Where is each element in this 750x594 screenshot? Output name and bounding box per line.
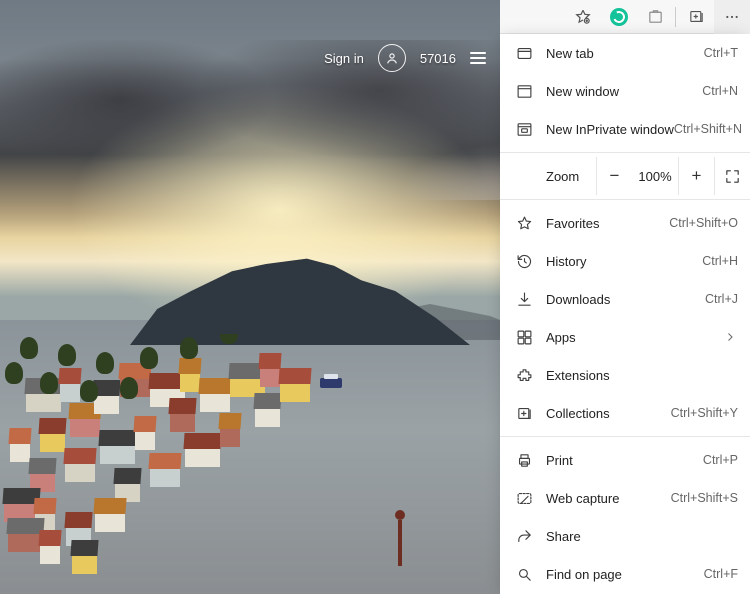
apps-icon [514, 327, 534, 347]
menu-separator [500, 152, 750, 153]
menu-item-label: New window [546, 84, 702, 99]
menu-item-label: Print [546, 453, 703, 468]
menu-item-shortcut: Ctrl+H [702, 254, 738, 268]
menu-item-label: Favorites [546, 216, 669, 231]
menu-separator [500, 199, 750, 200]
page-header: Sign in 57016 [0, 32, 500, 84]
chevron-right-icon [724, 331, 738, 343]
menu-item-find-on-page[interactable]: Find on pageCtrl+F [500, 555, 750, 593]
zoom-out-button[interactable]: − [596, 157, 632, 195]
fullscreen-button[interactable] [714, 157, 750, 195]
menu-item-label: Collections [546, 406, 671, 421]
menu-item-shortcut: Ctrl+T [704, 46, 738, 60]
share-icon [514, 526, 534, 546]
menu-item-label: Find on page [546, 567, 704, 582]
menu-item-shortcut: Ctrl+F [704, 567, 738, 581]
menu-item-new-window[interactable]: New windowCtrl+N [500, 72, 750, 110]
find-icon [514, 564, 534, 584]
sign-in-link[interactable]: Sign in [324, 51, 364, 66]
window-icon [514, 81, 534, 101]
menu-item-share[interactable]: Share [500, 517, 750, 555]
menu-item-label: Web capture [546, 491, 671, 506]
menu-item-label: History [546, 254, 702, 269]
menu-separator [500, 436, 750, 437]
menu-item-new-tab[interactable]: New tabCtrl+T [500, 34, 750, 72]
menu-item-shortcut: Ctrl+Shift+S [671, 491, 738, 505]
menu-item-label: New InPrivate window [546, 122, 674, 137]
more-icon [724, 9, 740, 25]
menu-item-shortcut: Ctrl+J [705, 292, 738, 306]
hamburger-menu-button[interactable] [470, 52, 486, 64]
menu-item-label: Downloads [546, 292, 705, 307]
grammarly-icon [610, 8, 628, 26]
download-icon [514, 289, 534, 309]
menu-item-collections[interactable]: CollectionsCtrl+Shift+Y [500, 394, 750, 432]
menu-item-apps[interactable]: Apps [500, 318, 750, 356]
menu-item-label: Share [546, 529, 738, 544]
menu-item-label: New tab [546, 46, 704, 61]
menu-item-shortcut: Ctrl+N [702, 84, 738, 98]
menu-item-extensions[interactable]: Extensions [500, 356, 750, 394]
inprivate-icon [514, 119, 534, 139]
avatar[interactable] [378, 44, 406, 72]
star-icon [514, 213, 534, 233]
menu-item-new-inprivate-window[interactable]: New InPrivate windowCtrl+Shift+N [500, 110, 750, 148]
menu-item-label: Apps [546, 330, 724, 345]
rewards-count[interactable]: 57016 [420, 51, 456, 66]
browser-toolbar [500, 0, 750, 34]
menu-item-shortcut: Ctrl+Shift+Y [671, 406, 738, 420]
zoom-label: Zoom [546, 169, 596, 184]
menu-item-downloads[interactable]: DownloadsCtrl+J [500, 280, 750, 318]
print-icon [514, 450, 534, 470]
settings-and-more-menu: New tabCtrl+TNew windowCtrl+NNew InPriva… [500, 34, 750, 594]
menu-item-history[interactable]: HistoryCtrl+H [500, 242, 750, 280]
history-icon [514, 251, 534, 271]
zoom-value: 100% [632, 169, 678, 184]
grammarly-extension-button[interactable] [601, 0, 637, 34]
zoom-in-button[interactable]: + [678, 157, 714, 195]
menu-item-favorites[interactable]: FavoritesCtrl+Shift+O [500, 204, 750, 242]
person-icon [384, 50, 400, 66]
collections-icon [514, 403, 534, 423]
extension-icon [514, 365, 534, 385]
collections-toolbar-button[interactable] [678, 0, 714, 34]
menu-item-web-capture[interactable]: Web captureCtrl+Shift+S [500, 479, 750, 517]
menu-item-shortcut: Ctrl+P [703, 453, 738, 467]
menu-item-label: Extensions [546, 368, 738, 383]
menu-item-shortcut: Ctrl+Shift+O [669, 216, 738, 230]
extension-button[interactable] [637, 0, 673, 34]
tab-icon [514, 43, 534, 63]
settings-and-more-button[interactable] [714, 0, 750, 34]
menu-zoom-row: Zoom−100%+ [500, 157, 750, 195]
menu-item-print[interactable]: PrintCtrl+P [500, 441, 750, 479]
add-favorite-button[interactable] [565, 0, 601, 34]
menu-item-shortcut: Ctrl+Shift+N [674, 122, 742, 136]
capture-icon [514, 488, 534, 508]
